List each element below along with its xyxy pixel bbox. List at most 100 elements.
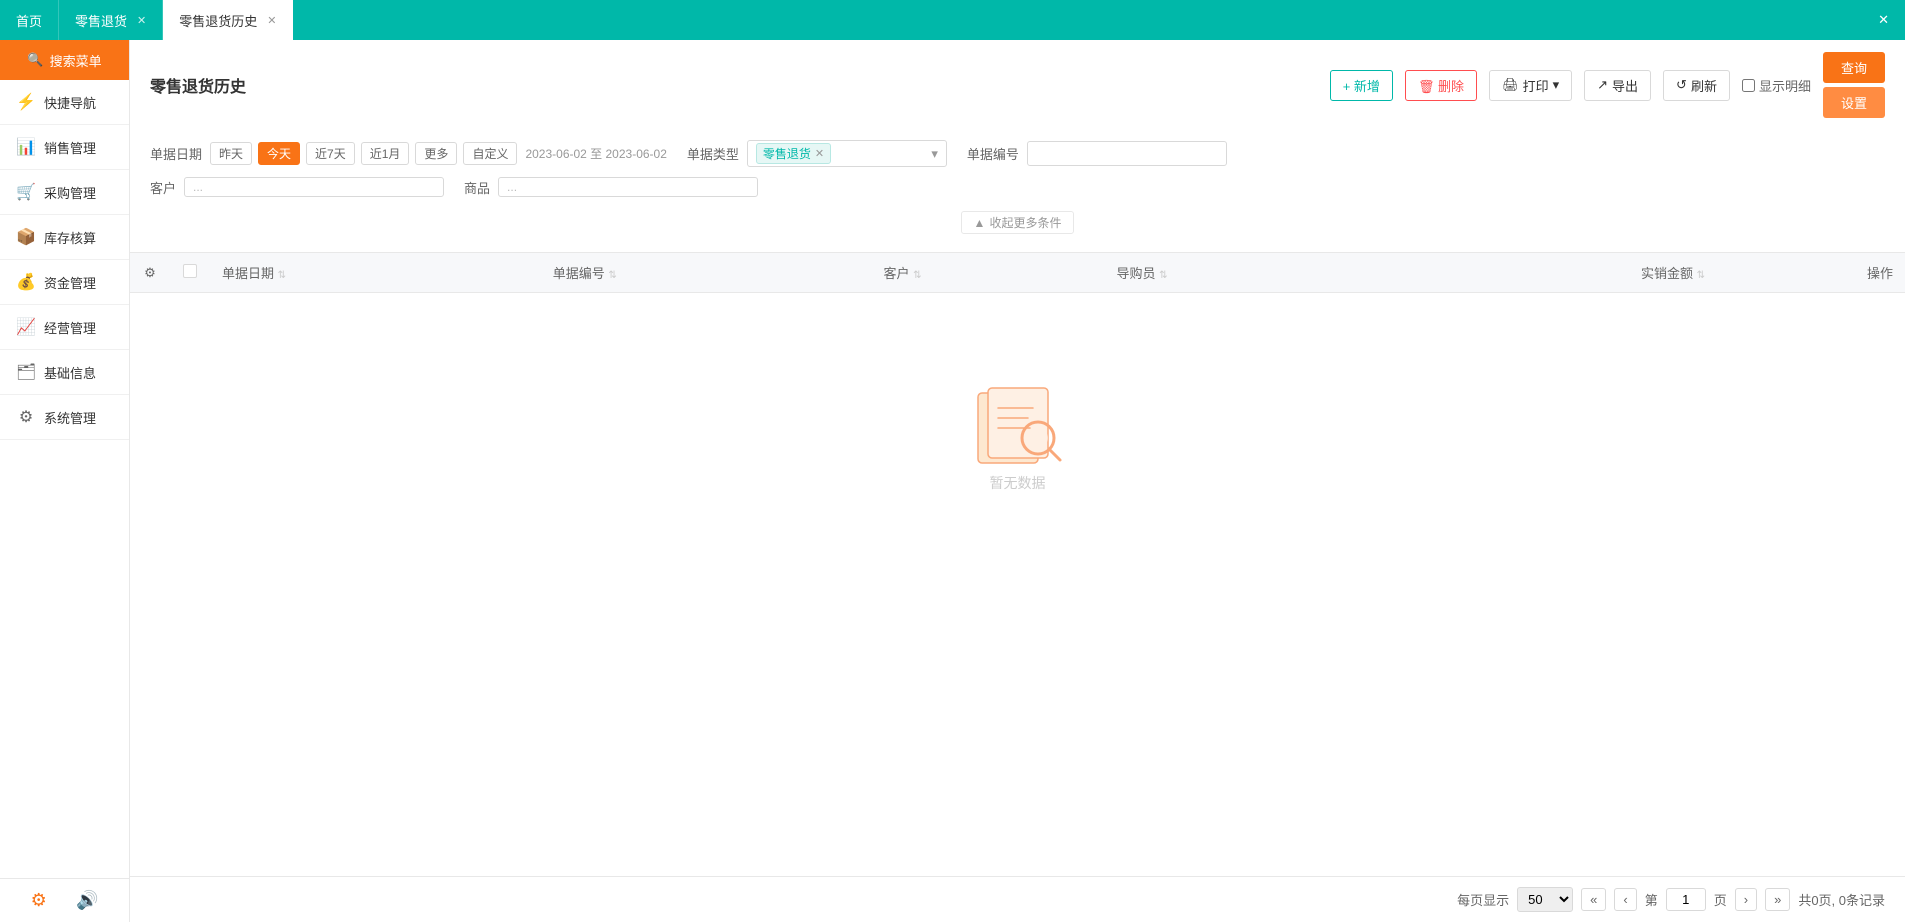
show-detail-checkbox-label[interactable]: 显示明细 — [1742, 76, 1811, 95]
th-actual-amount[interactable]: 实销金额 — [1386, 253, 1717, 293]
th-doc-number-label: 单据编号 — [553, 266, 605, 281]
sidebar-item-sales-mgmt[interactable]: 📊 销售管理 — [0, 125, 129, 170]
date-btn-more[interactable]: 更多 — [415, 142, 457, 165]
filter-row-1: 单据日期 昨天 今天 近7天 近1月 更多 自定义 2023-06-02 至 2… — [150, 140, 1885, 167]
pagination-bar: 每页显示 50 10 20 100 « ‹ 第 页 › » 共0页, 0条记录 — [130, 876, 1905, 922]
doc-number-filter: 单据编号 — [967, 141, 1227, 166]
page-header: 零售退货历史 + 新增 🗑 删除 🖨 🖨 打印 打印 ▾ ↗ 导出 — [130, 40, 1905, 253]
date-btn-1month[interactable]: 近1月 — [361, 142, 410, 165]
first-page-button[interactable]: « — [1581, 888, 1606, 911]
collapse-button[interactable]: ▲ 收起更多条件 — [961, 211, 1075, 234]
sys-mgmt-icon: ⚙ — [16, 407, 36, 427]
query-settings-group: 查询 设置 — [1823, 52, 1885, 118]
table-header-row: ⚙ 单据日期 单据编号 客户 — [130, 253, 1905, 293]
th-check[interactable] — [170, 253, 210, 293]
sidebar-item-inventory[interactable]: 📦 库存核算 — [0, 215, 129, 260]
main-layout: 🔍 搜索菜单 ⚡ 快捷导航 📊 销售管理 🛒 采购管理 📦 库存核算 💰 — [0, 40, 1905, 922]
goods-placeholder: ... — [507, 180, 517, 194]
page-title-row: 零售退货历史 + 新增 🗑 删除 🖨 🖨 打印 打印 ▾ ↗ 导出 — [150, 52, 1885, 118]
data-table: ⚙ 单据日期 单据编号 客户 — [130, 253, 1905, 573]
page-number-input[interactable] — [1666, 888, 1706, 911]
sidebar-item-finance[interactable]: 💰 资金管理 — [0, 260, 129, 305]
empty-cell: 暂无数据 — [130, 293, 1905, 574]
doc-type-label: 单据类型 — [687, 144, 739, 163]
last-page-button[interactable]: » — [1765, 888, 1790, 911]
table-body: 暂无数据 — [130, 293, 1905, 574]
sidebar-bottom: ⚙ 🔊 — [0, 878, 129, 922]
empty-text: 暂无数据 — [990, 473, 1046, 493]
date-btn-custom[interactable]: 自定义 — [463, 142, 517, 165]
settings-button[interactable]: 设置 — [1823, 87, 1885, 118]
empty-state: 暂无数据 — [130, 293, 1905, 573]
sidebar-item-purchase-mgmt[interactable]: 🛒 采购管理 — [0, 170, 129, 215]
date-btn-yesterday[interactable]: 昨天 — [210, 142, 252, 165]
doc-number-label: 单据编号 — [967, 144, 1019, 163]
next-page-button[interactable]: › — [1735, 888, 1757, 911]
date-btn-today[interactable]: 今天 — [258, 142, 300, 165]
print-button[interactable]: 🖨 🖨 打印 打印 ▾ — [1489, 70, 1572, 101]
customer-filter: 客户 ... — [150, 177, 444, 197]
select-all-checkbox[interactable] — [183, 264, 197, 278]
sidebar-search[interactable]: 🔍 搜索菜单 — [0, 40, 129, 80]
page-label: 第 — [1645, 890, 1658, 909]
customer-input[interactable]: ... — [184, 177, 444, 197]
tab-retail-return-label: 零售退货 — [75, 11, 127, 30]
date-btn-7days[interactable]: 近7天 — [306, 142, 355, 165]
th-doc-number[interactable]: 单据编号 — [541, 253, 872, 293]
show-detail-label: 显示明细 — [1759, 76, 1811, 95]
sidebar-item-sales-label: 销售管理 — [44, 138, 96, 157]
top-bar-close[interactable]: ✕ — [1878, 12, 1889, 28]
total-label: 共0页, 0条记录 — [1798, 890, 1885, 909]
date-range-display: 2023-06-02 至 2023-06-02 — [525, 145, 666, 162]
content-area: 零售退货历史 + 新增 🗑 删除 🖨 🖨 打印 打印 ▾ ↗ 导出 — [130, 40, 1905, 922]
doc-type-filter: 单据类型 零售退货 ✕ ▾ — [687, 140, 947, 167]
date-shortcuts: 昨天 今天 近7天 近1月 更多 自定义 — [210, 142, 517, 165]
gear-icon[interactable]: ⚙ — [144, 265, 156, 280]
sidebar-item-purchase-label: 采购管理 — [44, 183, 96, 202]
tab-retail-return-history-label: 零售退货历史 — [179, 11, 257, 30]
sidebar-search-label: 搜索菜单 — [50, 51, 102, 70]
delete-button[interactable]: 🗑 删除 — [1405, 70, 1477, 101]
per-page-label: 每页显示 — [1457, 890, 1509, 909]
sidebar-item-sys-mgmt[interactable]: ⚙ 系统管理 — [0, 395, 129, 440]
th-doc-date[interactable]: 单据日期 — [210, 253, 541, 293]
prev-page-button[interactable]: ‹ — [1614, 888, 1636, 911]
tab-retail-return-close[interactable]: ✕ — [137, 14, 146, 27]
th-guide[interactable]: 导购员 — [1104, 253, 1386, 293]
sidebar-menu: ⚡ 快捷导航 📊 销售管理 🛒 采购管理 📦 库存核算 💰 资金管理 📈 — [0, 80, 129, 878]
th-customer-label: 客户 — [883, 266, 909, 281]
tab-retail-return-history-close[interactable]: ✕ — [267, 14, 276, 27]
filter-area: 单据日期 昨天 今天 近7天 近1月 更多 自定义 2023-06-02 至 2… — [150, 130, 1885, 252]
volume-icon[interactable]: 🔊 — [76, 890, 98, 911]
refresh-button[interactable]: ↺ 刷新 — [1663, 70, 1730, 101]
sidebar-item-quick-nav[interactable]: ⚡ 快捷导航 — [0, 80, 129, 125]
doc-type-tag-close[interactable]: ✕ — [815, 147, 824, 160]
th-gear[interactable]: ⚙ — [130, 253, 170, 293]
customer-placeholder: ... — [193, 180, 203, 194]
th-customer[interactable]: 客户 — [871, 253, 1104, 293]
table-head: ⚙ 单据日期 单据编号 客户 — [130, 253, 1905, 293]
customer-label: 客户 — [150, 178, 176, 197]
sidebar-item-basic-info[interactable]: 🗂 基础信息 — [0, 350, 129, 395]
doc-number-input[interactable] — [1027, 141, 1227, 166]
tab-home[interactable]: 首页 — [0, 0, 59, 40]
query-button[interactable]: 查询 — [1823, 52, 1885, 83]
tab-retail-return-history[interactable]: 零售退货历史 ✕ — [163, 0, 293, 40]
doc-type-input[interactable]: 零售退货 ✕ ▾ — [747, 140, 947, 167]
doc-type-tag: 零售退货 ✕ — [756, 143, 831, 164]
print-icon: 🖨 — [1502, 77, 1519, 93]
add-button[interactable]: + 新增 — [1330, 70, 1393, 101]
export-icon: ↗ — [1597, 77, 1608, 93]
th-operation-label: 操作 — [1867, 266, 1893, 281]
sidebar-item-inventory-label: 库存核算 — [44, 228, 96, 247]
sidebar-item-operations[interactable]: 📈 经营管理 — [0, 305, 129, 350]
tab-retail-return[interactable]: 零售退货 ✕ — [59, 0, 163, 40]
sidebar: 🔍 搜索菜单 ⚡ 快捷导航 📊 销售管理 🛒 采购管理 📦 库存核算 💰 — [0, 40, 130, 922]
refresh-icon: ↺ — [1676, 77, 1687, 93]
goods-input[interactable]: ... — [498, 177, 758, 197]
export-button[interactable]: ↗ 导出 — [1584, 70, 1651, 101]
settings-bottom-icon[interactable]: ⚙ — [31, 890, 47, 911]
per-page-select[interactable]: 50 10 20 100 — [1517, 887, 1573, 912]
show-detail-checkbox[interactable] — [1742, 79, 1755, 92]
operations-icon: 📈 — [16, 317, 36, 337]
